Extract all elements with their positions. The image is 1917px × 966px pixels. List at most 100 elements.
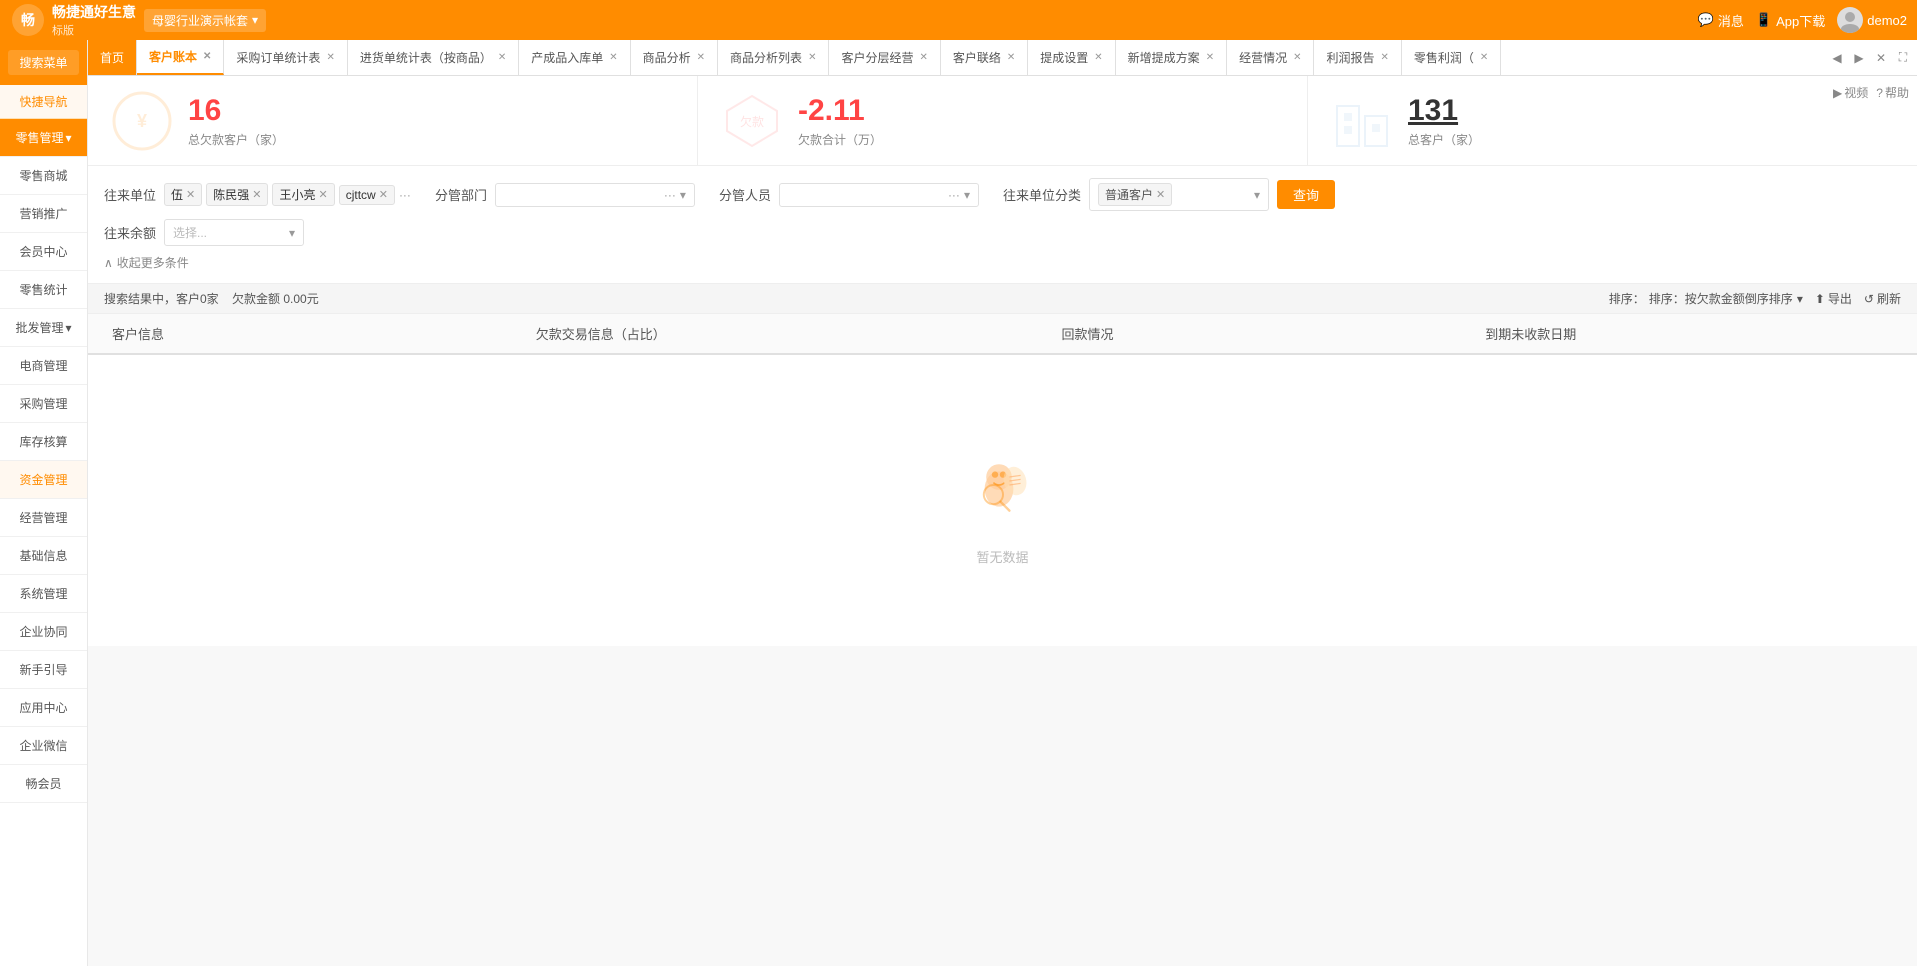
unit-type-tag-normal[interactable]: 普通客户 ✕ xyxy=(1098,183,1172,206)
tab-close-customer-tier[interactable]: ✕ xyxy=(919,52,927,63)
tabs-maximize-btn[interactable]: ⛶ xyxy=(1893,48,1913,68)
sidebar-item-operations[interactable]: 经营管理 xyxy=(0,499,87,537)
tab-product-analysis-list[interactable]: 商品分析列表 ✕ xyxy=(718,40,829,75)
quick-nav-button[interactable]: 快捷导航 xyxy=(0,85,87,119)
sidebar-item-enterprise-collab[interactable]: 企业协同 xyxy=(0,613,87,651)
tab-close-product[interactable]: ✕ xyxy=(609,52,617,63)
export-icon: ⬆ xyxy=(1815,292,1825,306)
sort-select[interactable]: 排序： 排序：按欠款金额倒序排序 ▾ xyxy=(1609,290,1803,307)
filter-tag-wang[interactable]: 王小亮 ✕ xyxy=(272,183,334,206)
remove-tag-cjttcw[interactable]: ✕ xyxy=(379,188,388,201)
results-bar-right: 排序： 排序：按欠款金额倒序排序 ▾ ⬆ 导出 ↺ 刷新 xyxy=(1609,290,1901,307)
tab-close-commission[interactable]: ✕ xyxy=(1094,52,1102,63)
more-tags[interactable]: ··· xyxy=(399,188,411,202)
tab-product-analysis[interactable]: 商品分析 ✕ xyxy=(631,40,718,75)
sidebar-item-inventory[interactable]: 库存核算 xyxy=(0,423,87,461)
tab-close-new-commission[interactable]: ✕ xyxy=(1206,52,1214,63)
svg-text:¥: ¥ xyxy=(137,111,147,131)
person-dropdown-icon: ▾ xyxy=(964,188,970,202)
sidebar-item-wholesale[interactable]: 批发管理 ▾ xyxy=(0,309,87,347)
tab-profit-report[interactable]: 利润报告 ✕ xyxy=(1314,40,1401,75)
tab-close-retail-profit[interactable]: ✕ xyxy=(1480,52,1488,63)
video-icon: ▶ xyxy=(1833,86,1842,100)
tab-customer-contact[interactable]: 客户联络 ✕ xyxy=(941,40,1028,75)
app-download-btn[interactable]: 📱 App下载 xyxy=(1756,11,1825,30)
sidebar-item-ecommerce[interactable]: 电商管理 xyxy=(0,347,87,385)
collapse-button[interactable]: ∧ 收起更多条件 xyxy=(104,254,1901,271)
sidebar-item-retail-management[interactable]: 零售管理 ▾ xyxy=(0,119,87,157)
sidebar-item-retail-stats[interactable]: 零售统计 xyxy=(0,271,87,309)
tab-close-customer-contact[interactable]: ✕ xyxy=(1007,52,1015,63)
balance-dropdown-icon: ▾ xyxy=(289,226,295,240)
top-bar: 畅 畅捷通好生意 标版 母婴行业演示帐套 ▾ 💬 消息 📱 App下载 xyxy=(0,0,1917,40)
sidebar-item-purchase[interactable]: 采购管理 xyxy=(0,385,87,423)
search-menu-button[interactable]: 搜索菜单 xyxy=(8,50,79,75)
sidebar-item-finance[interactable]: 资金管理 xyxy=(0,461,87,499)
main-layout: 搜索菜单 快捷导航 零售管理 ▾ 零售商城 营销推广 会员中心 零售统计 批发管… xyxy=(0,40,1917,966)
tab-close-business[interactable]: ✕ xyxy=(1293,52,1301,63)
tabs-prev-btn[interactable]: ◀ xyxy=(1827,48,1847,68)
help-btn[interactable]: ? 帮助 xyxy=(1876,84,1909,101)
remove-tag-chen[interactable]: ✕ xyxy=(252,188,261,201)
stat-label-total: 总客户（家） xyxy=(1408,131,1480,148)
tab-home[interactable]: 首页 xyxy=(88,40,137,75)
tab-close-inbound[interactable]: ✕ xyxy=(498,52,506,63)
workspace-selector[interactable]: 母婴行业演示帐套 ▾ xyxy=(144,9,266,32)
sidebar-item-member-center[interactable]: 会员中心 xyxy=(0,233,87,271)
message-btn[interactable]: 💬 消息 xyxy=(1698,11,1744,30)
balance-select[interactable]: 选择... ▾ xyxy=(164,219,304,246)
tab-business-status[interactable]: 经营情况 ✕ xyxy=(1227,40,1314,75)
tab-customer-ledger[interactable]: 客户账本 ✕ xyxy=(137,40,224,75)
badge-icon: 欠款 xyxy=(722,91,782,151)
tab-product-inbound[interactable]: 产成品入库单 ✕ xyxy=(519,40,630,75)
building-icon xyxy=(1332,91,1392,151)
tab-close-profit[interactable]: ✕ xyxy=(1381,52,1389,63)
remove-tag-wang[interactable]: ✕ xyxy=(319,188,328,201)
tab-purchase-order-stats[interactable]: 采购订单统计表 ✕ xyxy=(224,40,347,75)
sidebar-item-system[interactable]: 系统管理 xyxy=(0,575,87,613)
filter-area: 往来单位 伍 ✕ 陈民强 ✕ 王小亮 xyxy=(88,166,1917,284)
tab-new-commission[interactable]: 新增提成方案 ✕ xyxy=(1116,40,1227,75)
tab-inbound-stats[interactable]: 进货单统计表（按商品） ✕ xyxy=(348,40,519,75)
query-button[interactable]: 查询 xyxy=(1277,180,1335,209)
remove-unit-type[interactable]: ✕ xyxy=(1156,188,1165,201)
unit-type-select[interactable]: 普通客户 ✕ ▾ xyxy=(1089,178,1269,211)
data-table: 客户信息 欠款交易信息（占比） 回款情况 到期未收款日期 xyxy=(88,314,1917,646)
filter-tag-chen[interactable]: 陈民强 ✕ xyxy=(206,183,268,206)
tab-close-customer-ledger[interactable]: ✕ xyxy=(203,51,211,62)
tabs-next-btn[interactable]: ▶ xyxy=(1849,48,1869,68)
sidebar-item-marketing[interactable]: 营销推广 xyxy=(0,195,87,233)
user-menu[interactable]: demo2 xyxy=(1837,7,1907,33)
sidebar-item-chang-member[interactable]: 畅会员 xyxy=(0,765,87,803)
export-button[interactable]: ⬆ 导出 xyxy=(1815,290,1852,307)
dept-more-icon: ··· xyxy=(664,188,676,202)
content-area: 首页 客户账本 ✕ 采购订单统计表 ✕ 进货单统计表（按商品） ✕ 产成品入库单… xyxy=(88,40,1917,966)
tab-close-product-analysis[interactable]: ✕ xyxy=(697,52,705,63)
sidebar-item-enterprise-wechat[interactable]: 企业微信 xyxy=(0,727,87,765)
dept-select[interactable]: ··· ▾ xyxy=(495,183,695,207)
sidebar-item-retail-mall[interactable]: 零售商城 xyxy=(0,157,87,195)
col-header-date: 到期未收款日期 xyxy=(1477,314,1901,353)
refresh-button[interactable]: ↺ 刷新 xyxy=(1864,290,1901,307)
remove-tag-wu[interactable]: ✕ xyxy=(186,188,195,201)
stat-value-debt: -2.11 xyxy=(798,94,882,127)
help-icon: ? xyxy=(1876,86,1883,100)
dept-dropdown-icon: ▾ xyxy=(680,188,686,202)
tab-close-product-analysis-list[interactable]: ✕ xyxy=(808,52,816,63)
video-help-btn[interactable]: ▶ 视频 xyxy=(1833,84,1868,101)
tab-retail-profit[interactable]: 零售利润（ ✕ xyxy=(1402,40,1501,75)
tab-commission-settings[interactable]: 提成设置 ✕ xyxy=(1028,40,1115,75)
tabs-close-all-btn[interactable]: ✕ xyxy=(1871,48,1891,68)
stat-card-debt: 欠款 -2.11 欠款合计（万） xyxy=(698,76,1308,165)
tab-customer-tier[interactable]: 客户分层经营 ✕ xyxy=(829,40,940,75)
filter-tag-cjttcw[interactable]: cjttcw ✕ xyxy=(339,185,395,205)
expand-icon: ▾ xyxy=(65,131,71,145)
tab-close-purchase-order[interactable]: ✕ xyxy=(326,52,334,63)
stat-card-total: 131 总客户（家） ▶ 视频 ? 帮助 xyxy=(1308,76,1917,165)
sidebar-item-basic-info[interactable]: 基础信息 xyxy=(0,537,87,575)
sidebar-item-newbie-guide[interactable]: 新手引导 xyxy=(0,651,87,689)
person-select[interactable]: ··· ▾ xyxy=(779,183,979,207)
stat-label-customers: 总欠款客户（家） xyxy=(188,131,284,148)
sidebar-item-app-center[interactable]: 应用中心 xyxy=(0,689,87,727)
filter-tag-wu[interactable]: 伍 ✕ xyxy=(164,183,202,206)
